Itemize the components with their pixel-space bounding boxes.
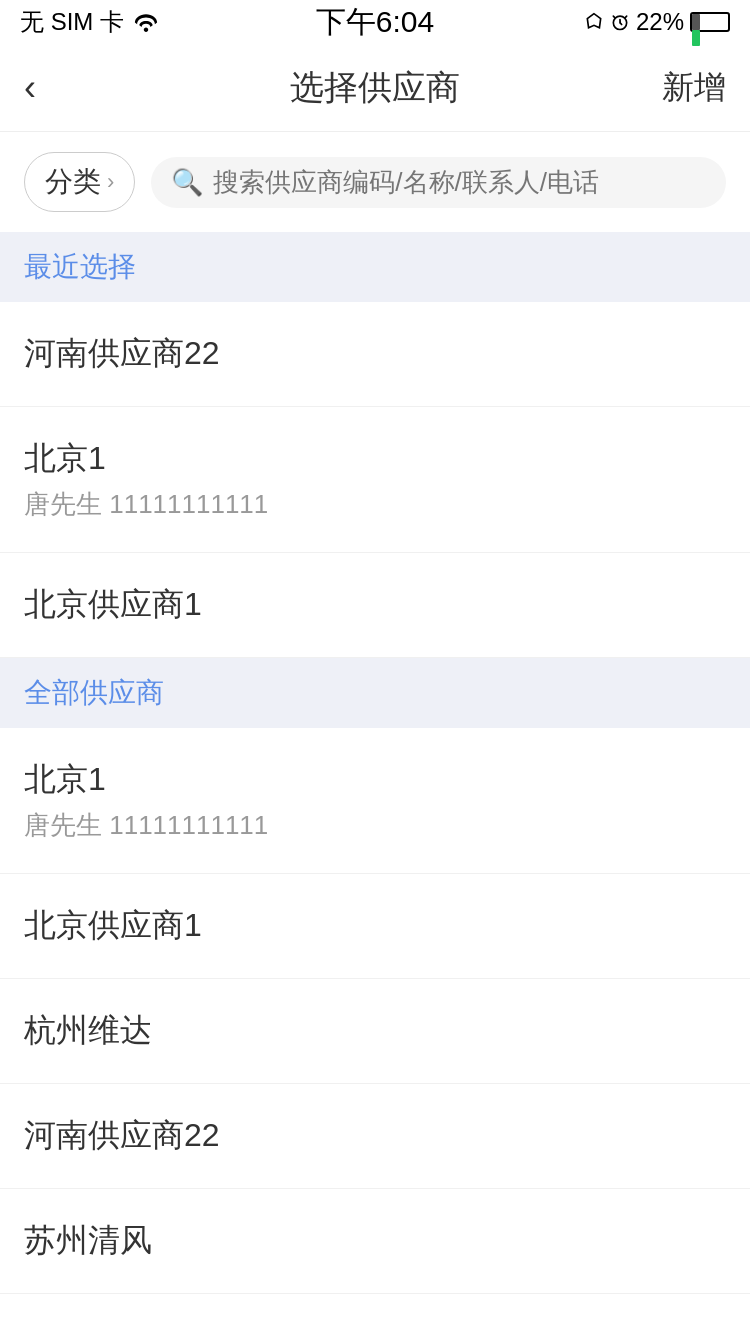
battery-icon: [690, 12, 730, 32]
recent-list: 河南供应商22 北京1 唐先生 11111111111 北京供应商1: [0, 302, 750, 658]
item-name: 杭州维达: [24, 1009, 726, 1053]
back-button[interactable]: ‹: [14, 57, 46, 119]
list-item[interactable]: 河南供应商22: [0, 1084, 750, 1189]
all-section-label: 全部供应商: [24, 677, 164, 708]
item-sub: 唐先生 11111111111: [24, 808, 726, 843]
item-name: 苏州清风: [24, 1219, 726, 1263]
all-section-header: 全部供应商: [0, 658, 750, 728]
list-item[interactable]: 杭州维达: [0, 979, 750, 1084]
recent-section-label: 最近选择: [24, 251, 136, 282]
status-time: 下午6:04: [316, 2, 434, 43]
all-list: 北京1 唐先生 11111111111 北京供应商1 杭州维达 河南供应商22 …: [0, 728, 750, 1294]
item-name: 北京供应商1: [24, 904, 726, 948]
item-name: 北京供应商1: [24, 583, 726, 627]
item-sub: 唐先生 11111111111: [24, 487, 726, 522]
list-item[interactable]: 苏州清风: [0, 1189, 750, 1294]
list-item[interactable]: 北京供应商1: [0, 874, 750, 979]
recent-section-header: 最近选择: [0, 232, 750, 302]
category-button[interactable]: 分类 ›: [24, 152, 135, 212]
search-box: 🔍: [151, 157, 726, 208]
item-name: 河南供应商22: [24, 332, 726, 376]
list-item[interactable]: 北京1 唐先生 11111111111: [0, 407, 750, 553]
list-item[interactable]: 北京1 唐先生 11111111111: [0, 728, 750, 874]
list-item[interactable]: 河南供应商22: [0, 302, 750, 407]
alarm-icon: [610, 12, 630, 32]
item-name: 北京1: [24, 758, 726, 802]
item-name: 北京1: [24, 437, 726, 481]
page-title: 选择供应商: [290, 65, 460, 111]
filter-bar: 分类 › 🔍: [0, 132, 750, 232]
status-bar: 无 SIM 卡 下午6:04 22%: [0, 0, 750, 44]
search-input[interactable]: [213, 167, 706, 198]
status-right: 22%: [584, 8, 730, 36]
search-icon: 🔍: [171, 167, 203, 198]
wifi-icon: [132, 12, 160, 32]
item-name: 河南供应商22: [24, 1114, 726, 1158]
location-icon: [584, 12, 604, 32]
battery-text: 22%: [636, 8, 684, 36]
category-label: 分类: [45, 163, 101, 201]
add-button[interactable]: 新增: [662, 66, 726, 110]
chevron-right-icon: ›: [107, 169, 114, 195]
status-left: 无 SIM 卡: [20, 6, 160, 38]
sim-text: 无 SIM 卡: [20, 6, 124, 38]
nav-bar: ‹ 选择供应商 新增: [0, 44, 750, 132]
list-item[interactable]: 北京供应商1: [0, 553, 750, 658]
